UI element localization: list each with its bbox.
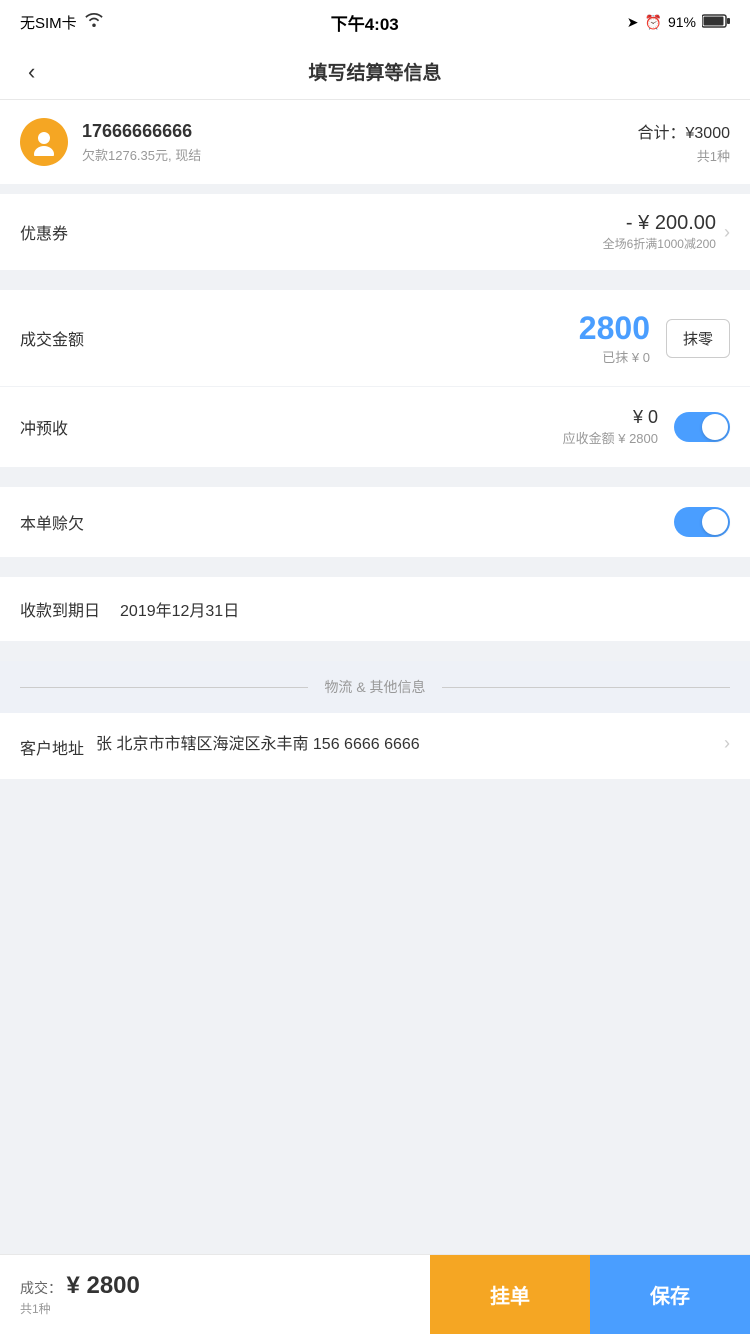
transaction-row: 成交金额 2800 已抹 ¥ 0 抹零 bbox=[0, 290, 750, 386]
coupon-label: 优惠券 bbox=[20, 220, 68, 244]
address-value: 张 北京市市辖区海淀区永丰南 156 6666 6666 bbox=[96, 733, 712, 757]
section-divider-3 bbox=[0, 567, 750, 577]
coupon-right: - ¥ 200.00 全场6折满1000减200 › bbox=[603, 212, 730, 252]
status-right: ➤ ⏰ 91% bbox=[627, 14, 730, 31]
customer-total: 合计：¥3000 共1种 bbox=[637, 119, 730, 165]
logistics-line-left bbox=[20, 687, 308, 688]
avatar bbox=[20, 118, 68, 166]
prepay-amount: ¥ 0 bbox=[563, 407, 658, 428]
transaction-section: 成交金额 2800 已抹 ¥ 0 抹零 冲预收 ¥ 0 应收金额 ¥ 2800 bbox=[0, 290, 750, 467]
section-divider-2 bbox=[0, 477, 750, 487]
transaction-label: 成交金额 bbox=[20, 326, 84, 350]
section-divider-1 bbox=[0, 280, 750, 290]
bottom-spacer bbox=[0, 779, 750, 859]
customer-left: 17666666666 欠款1276.35元, 现结 bbox=[20, 118, 201, 166]
prepay-right: ¥ 0 应收金额 ¥ 2800 bbox=[563, 407, 730, 447]
total-count: 共1种 bbox=[637, 146, 730, 165]
credit-label: 本单赊欠 bbox=[20, 510, 84, 534]
back-button[interactable]: ‹ bbox=[20, 51, 43, 93]
transaction-wiped: 已抹 ¥ 0 bbox=[579, 347, 650, 366]
round-button[interactable]: 抹零 bbox=[666, 319, 730, 358]
deal-label: 成交： bbox=[20, 1280, 62, 1296]
bottom-summary: 成交： ¥ 2800 共1种 bbox=[0, 1272, 430, 1317]
logistics-title: 物流 & 其他信息 bbox=[324, 677, 425, 697]
credit-toggle[interactable] bbox=[674, 507, 730, 537]
deal-count: 共1种 bbox=[20, 1300, 410, 1317]
nav-bar: ‹ 填写结算等信息 bbox=[0, 44, 750, 100]
customer-info: 17666666666 欠款1276.35元, 现结 bbox=[82, 121, 201, 164]
address-chevron-icon: › bbox=[724, 733, 730, 754]
status-left: 无SIM卡 bbox=[20, 12, 103, 33]
customer-phone: 17666666666 bbox=[82, 121, 201, 142]
battery-icon bbox=[702, 14, 730, 31]
transaction-amount-wrap: 2800 已抹 ¥ 0 bbox=[579, 310, 650, 366]
customer-card: 17666666666 欠款1276.35元, 现结 合计：¥3000 共1种 bbox=[0, 100, 750, 184]
due-date-label: 收款到期日 bbox=[20, 597, 100, 621]
bottom-bar: 成交： ¥ 2800 共1种 挂单 保存 bbox=[0, 1254, 750, 1334]
logistics-header: 物流 & 其他信息 bbox=[0, 661, 750, 713]
transaction-amount: 2800 bbox=[579, 310, 650, 347]
sim-status: 无SIM卡 bbox=[20, 12, 77, 33]
due-date-value: 2019年12月31日 bbox=[120, 597, 239, 621]
battery-level: 91% bbox=[668, 14, 696, 30]
coupon-description: 全场6折满1000减200 bbox=[603, 235, 716, 252]
logistics-line-right bbox=[442, 687, 730, 688]
coupon-value-wrap: - ¥ 200.00 全场6折满1000减200 bbox=[603, 212, 716, 252]
customer-debt: 欠款1276.35元, 现结 bbox=[82, 145, 201, 164]
credit-row: 本单赊欠 bbox=[0, 487, 750, 557]
alarm-icon: ⏰ bbox=[645, 14, 662, 31]
prepay-label: 冲预收 bbox=[20, 415, 68, 439]
prepay-row: 冲预收 ¥ 0 应收金额 ¥ 2800 bbox=[0, 386, 750, 467]
prepay-amount-wrap: ¥ 0 应收金额 ¥ 2800 bbox=[563, 407, 658, 447]
status-bar: 无SIM卡 下午4:03 ➤ ⏰ 91% bbox=[0, 0, 750, 44]
due-date-row: 收款到期日 2019年12月31日 bbox=[0, 577, 750, 641]
prepay-toggle[interactable] bbox=[674, 412, 730, 442]
prepay-receivable: 应收金额 ¥ 2800 bbox=[563, 428, 658, 447]
page-title: 填写结算等信息 bbox=[308, 58, 441, 85]
save-button[interactable]: 保存 bbox=[590, 1255, 750, 1334]
deal-amount: ¥ 2800 bbox=[66, 1272, 139, 1299]
status-time: 下午4:03 bbox=[331, 10, 399, 35]
wifi-icon bbox=[85, 13, 103, 31]
address-row[interactable]: 客户地址 张 北京市市辖区海淀区永丰南 156 6666 6666 › bbox=[0, 713, 750, 779]
section-divider-4 bbox=[0, 651, 750, 661]
chevron-right-icon: › bbox=[724, 222, 730, 243]
address-label: 客户地址 bbox=[20, 733, 84, 759]
deal-label-amount-row: 成交： ¥ 2800 bbox=[20, 1272, 410, 1300]
location-icon: ➤ bbox=[627, 14, 639, 31]
coupon-discount: - ¥ 200.00 bbox=[603, 212, 716, 235]
coupon-row[interactable]: 优惠券 - ¥ 200.00 全场6折满1000减200 › bbox=[0, 194, 750, 270]
total-amount: 合计：¥3000 bbox=[637, 119, 730, 143]
hang-button[interactable]: 挂单 bbox=[430, 1255, 590, 1334]
transaction-right: 2800 已抹 ¥ 0 抹零 bbox=[579, 310, 730, 366]
